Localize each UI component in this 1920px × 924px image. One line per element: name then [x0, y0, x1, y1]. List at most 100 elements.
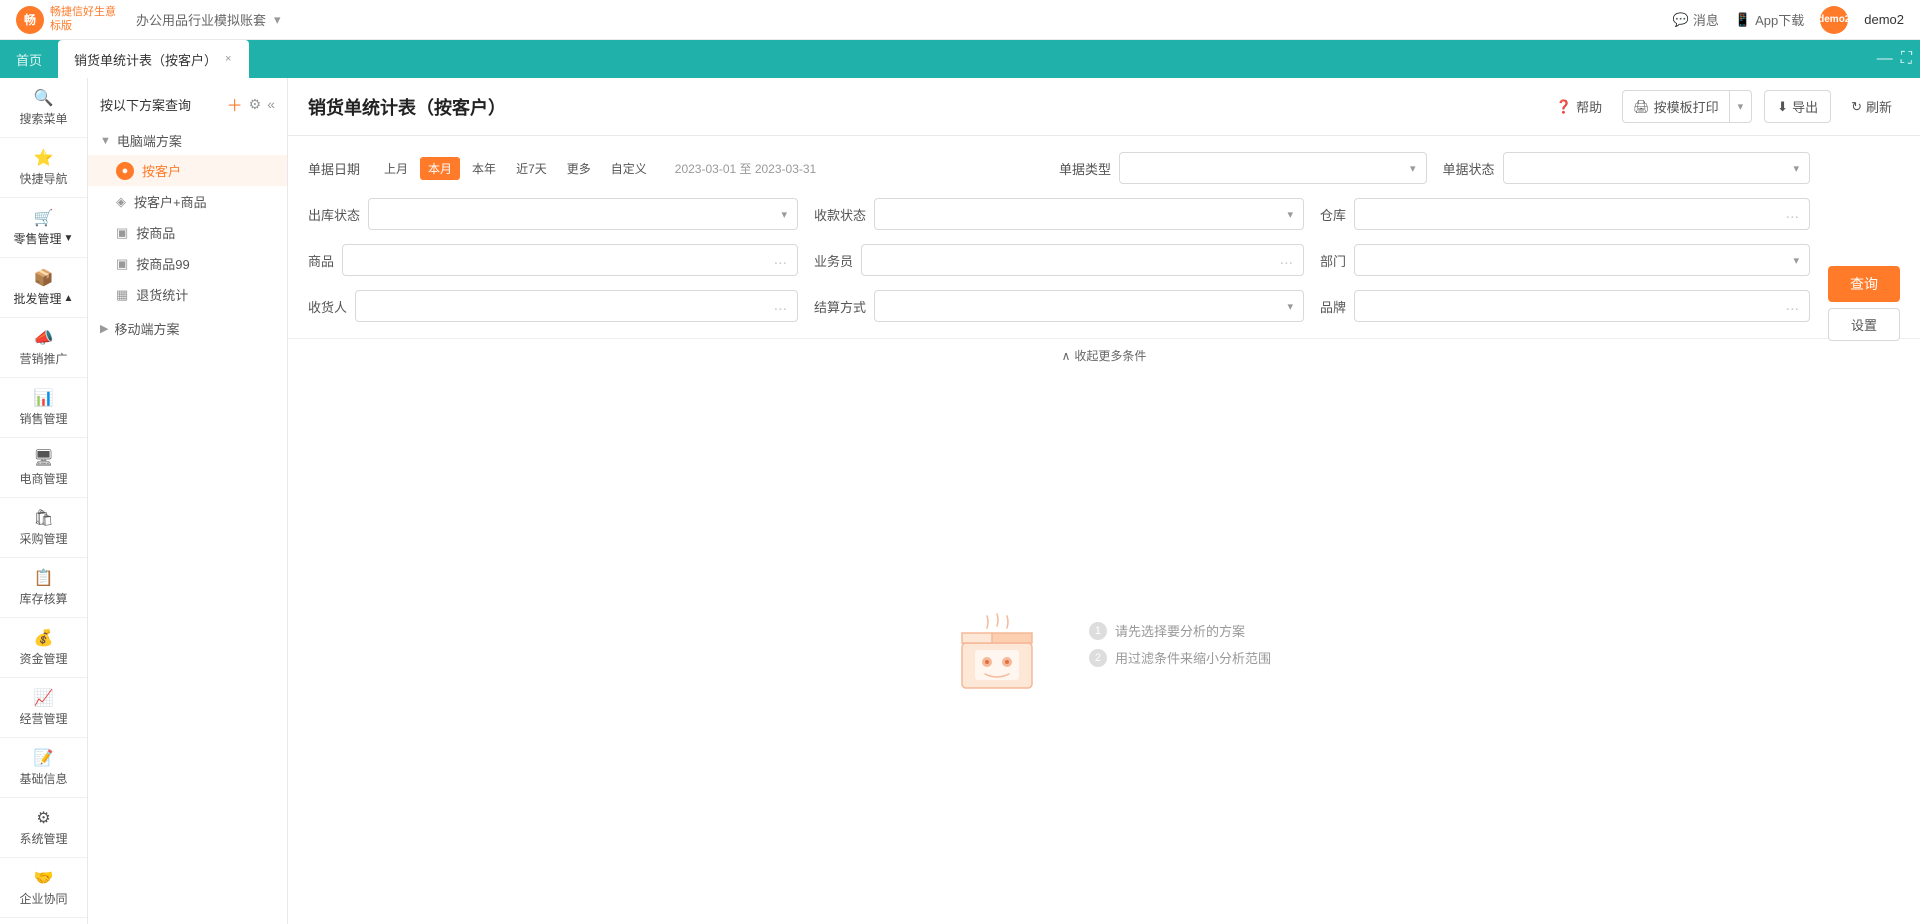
empty-hint-1: 1 请先选择要分析的方案 — [1089, 621, 1271, 640]
export-icon: ⬇ — [1777, 99, 1788, 115]
receipt-status-select[interactable]: ▾ — [874, 198, 1304, 230]
filter-item-receipt-status: 收款状态 ▾ — [814, 198, 1304, 230]
sidebar-item-search[interactable]: 🔍 搜索菜单 — [0, 78, 87, 138]
logo-text: 畅捷信好生意 标版 — [50, 6, 116, 32]
date-tab-this-month[interactable]: 本月 — [420, 157, 460, 180]
sidebar-item-wholesale[interactable]: 📦 批发管理 ▲ — [0, 258, 87, 318]
page-title: 销货单统计表（按客户） — [308, 94, 506, 120]
add-scheme-btn[interactable]: ＋ — [227, 92, 243, 116]
scheme-group-mobile-label: 移动端方案 — [114, 319, 179, 338]
mobile-group-arrow: ▶ — [100, 322, 108, 335]
sidebar-item-enterprise[interactable]: 🤝 企业协同 — [0, 858, 87, 918]
collapse-btn-row[interactable]: ∧ 收起更多条件 — [288, 338, 1920, 372]
left-panel-title: 按以下方案查询 — [100, 95, 191, 114]
industry-dropdown[interactable]: ▾ — [274, 12, 281, 28]
sidebar-item-retail[interactable]: 🛒 零售管理 ▼ — [0, 198, 87, 258]
sidebar-item-system[interactable]: ⚙ 系统管理 — [0, 798, 87, 858]
salesperson-dots[interactable]: ... — [1280, 251, 1293, 269]
filter-item-salesperson: 业务员 ... — [814, 244, 1304, 276]
by-product-99-icon: ▣ — [116, 256, 128, 272]
sidebar-item-inventory[interactable]: 📋 库存核算 — [0, 558, 87, 618]
scheme-item-by-customer[interactable]: ● 按客户 — [88, 155, 287, 186]
sidebar-item-newbie[interactable]: 🎯 新手引导 — [0, 918, 87, 924]
query-button[interactable]: 查询 — [1828, 266, 1900, 302]
help-icon: ❓ — [1556, 99, 1572, 115]
right-content: 销货单统计表（按客户） ❓ 帮助 🖨 按模板打印 ▾ — [288, 78, 1920, 924]
tab-minimize-icon[interactable]: — — [1877, 50, 1893, 68]
header-left: 畅 畅捷信好生意 标版 办公用品行业模拟账套 ▾ — [16, 6, 281, 34]
message-btn[interactable]: 💬 消息 — [1673, 10, 1719, 29]
filter-item-out-status: 出库状态 ▾ — [308, 198, 798, 230]
sidebar-item-sales[interactable]: 📊 销售管理 — [0, 378, 87, 438]
export-btn[interactable]: ⬇ 导出 — [1764, 90, 1831, 123]
tab-current[interactable]: 销货单统计表（按客户） × — [58, 40, 249, 78]
print-btn-group: 🖨 按模板打印 ▾ — [1622, 90, 1752, 123]
avatar[interactable]: demo2 — [1820, 6, 1848, 34]
settlement-select[interactable]: ▾ — [874, 290, 1304, 322]
product-select[interactable]: ... — [342, 244, 798, 276]
purchase-icon: 🛍 — [4, 508, 83, 528]
doc-status-label: 单据状态 — [1443, 159, 1495, 178]
content-area: 按以下方案查询 ＋ ⚙ « ▼ 电脑端方案 ● 按客户 ◈ — [88, 78, 1920, 924]
department-select[interactable]: ▾ — [1354, 244, 1810, 276]
by-customer-product-icon: ◈ — [116, 194, 126, 210]
scheme-item-return-stats[interactable]: ▦ 退货统计 — [88, 279, 287, 310]
out-status-select[interactable]: ▾ — [368, 198, 798, 230]
date-tab-last-month[interactable]: 上月 — [376, 157, 416, 180]
sales-icon: 📊 — [4, 388, 83, 408]
warehouse-dots[interactable]: ... — [1786, 205, 1799, 223]
doc-status-select[interactable]: ▾ — [1503, 152, 1810, 184]
finance-icon: 💰 — [4, 628, 83, 648]
sidebar-item-operations[interactable]: 📈 经营管理 — [0, 678, 87, 738]
collapse-panel-btn[interactable]: « — [267, 96, 275, 112]
print-dropdown-arrow[interactable]: ▾ — [1730, 94, 1752, 119]
scheme-group-desktop-header[interactable]: ▼ 电脑端方案 — [88, 126, 287, 155]
main-layout: 🔍 搜索菜单 ⭐ 快捷导航 🛒 零售管理 ▼ 📦 批发管理 ▲ 📣 营销推广 — [0, 78, 1920, 924]
sidebar-item-ecommerce[interactable]: 🖥 电商管理 — [0, 438, 87, 498]
tab-expand-icon[interactable]: ⛶ — [1901, 50, 1912, 68]
app-download-btn[interactable]: 📱 App下载 — [1735, 10, 1804, 29]
scheme-group-desktop-label: 电脑端方案 — [117, 131, 182, 150]
sidebar-item-marketing[interactable]: 📣 营销推广 — [0, 318, 87, 378]
filter-area: 单据日期 上月 本月 本年 近7天 更多 自定义 2023-03-01 至 20… — [288, 136, 1920, 338]
scheme-item-label-by-customer-product: 按客户+商品 — [134, 192, 207, 211]
empty-illustration — [937, 598, 1057, 698]
settings-scheme-btn[interactable]: ⚙ — [249, 96, 262, 113]
receiver-dots[interactable]: ... — [774, 297, 787, 315]
filter-item-receiver: 收货人 ... — [308, 290, 798, 322]
scheme-item-by-customer-product[interactable]: ◈ 按客户+商品 — [88, 186, 287, 217]
brand-select[interactable]: ... — [1354, 290, 1810, 322]
scheme-item-by-product[interactable]: ▣ 按商品 — [88, 217, 287, 248]
settings-button[interactable]: 设置 — [1828, 308, 1900, 341]
salesperson-select[interactable]: ... — [861, 244, 1304, 276]
print-btn[interactable]: 🖨 按模板打印 — [1623, 91, 1730, 122]
date-tab-more[interactable]: 更多 — [559, 157, 599, 180]
refresh-btn[interactable]: ↻ 刷新 — [1843, 93, 1900, 120]
receiver-select[interactable]: ... — [355, 290, 798, 322]
date-tab-this-year[interactable]: 本年 — [464, 157, 504, 180]
warehouse-select[interactable]: ... — [1354, 198, 1810, 230]
by-product-icon: ▣ — [116, 225, 128, 241]
tab-close-btn[interactable]: × — [223, 51, 233, 67]
sidebar-item-quick-nav[interactable]: ⭐ 快捷导航 — [0, 138, 87, 198]
date-tab-custom[interactable]: 自定义 — [603, 157, 655, 180]
doc-type-select[interactable]: ▾ — [1119, 152, 1426, 184]
sidebar-item-purchase[interactable]: 🛍 采购管理 — [0, 498, 87, 558]
sidebar-item-basics[interactable]: 📝 基础信息 — [0, 738, 87, 798]
refresh-icon: ↻ — [1851, 99, 1862, 115]
date-tab-last-7days[interactable]: 近7天 — [508, 157, 555, 180]
ecommerce-icon: 🖥 — [4, 448, 83, 468]
scheme-item-by-product-99[interactable]: ▣ 按商品99 — [88, 248, 287, 279]
print-icon: 🖨 — [1633, 99, 1650, 115]
product-dots[interactable]: ... — [774, 251, 787, 269]
receipt-status-label: 收款状态 — [814, 205, 866, 224]
out-status-label: 出库状态 — [308, 205, 360, 224]
marketing-icon: 📣 — [4, 328, 83, 348]
sidebar-item-finance[interactable]: 💰 资金管理 — [0, 618, 87, 678]
industry-title: 办公用品行业模拟账套 — [136, 10, 266, 29]
help-btn[interactable]: ❓ 帮助 — [1548, 93, 1610, 120]
brand-dots[interactable]: ... — [1786, 297, 1799, 315]
tab-home[interactable]: 首页 — [0, 40, 58, 78]
scheme-group-mobile-header[interactable]: ▶ 移动端方案 — [88, 314, 287, 343]
department-label: 部门 — [1320, 251, 1346, 270]
